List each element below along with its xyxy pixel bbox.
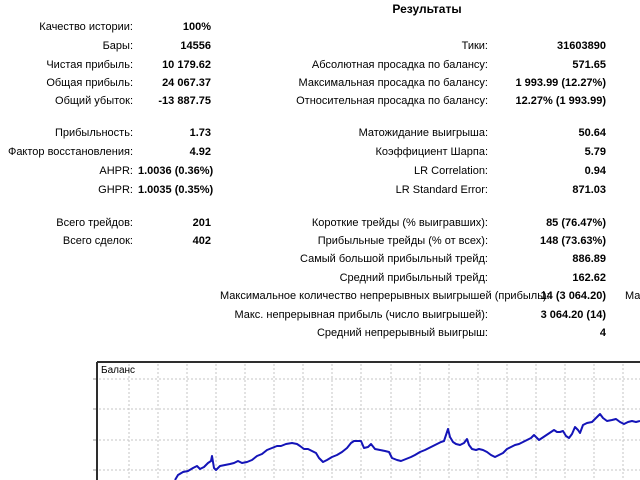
balance-chart: Баланс xyxy=(0,0,640,480)
chart-title: Баланс xyxy=(101,365,136,376)
balance-chart-canvas xyxy=(93,361,640,480)
tester-results-report: Результаты Качество истории: 100% Бары: 14… xyxy=(0,0,640,480)
